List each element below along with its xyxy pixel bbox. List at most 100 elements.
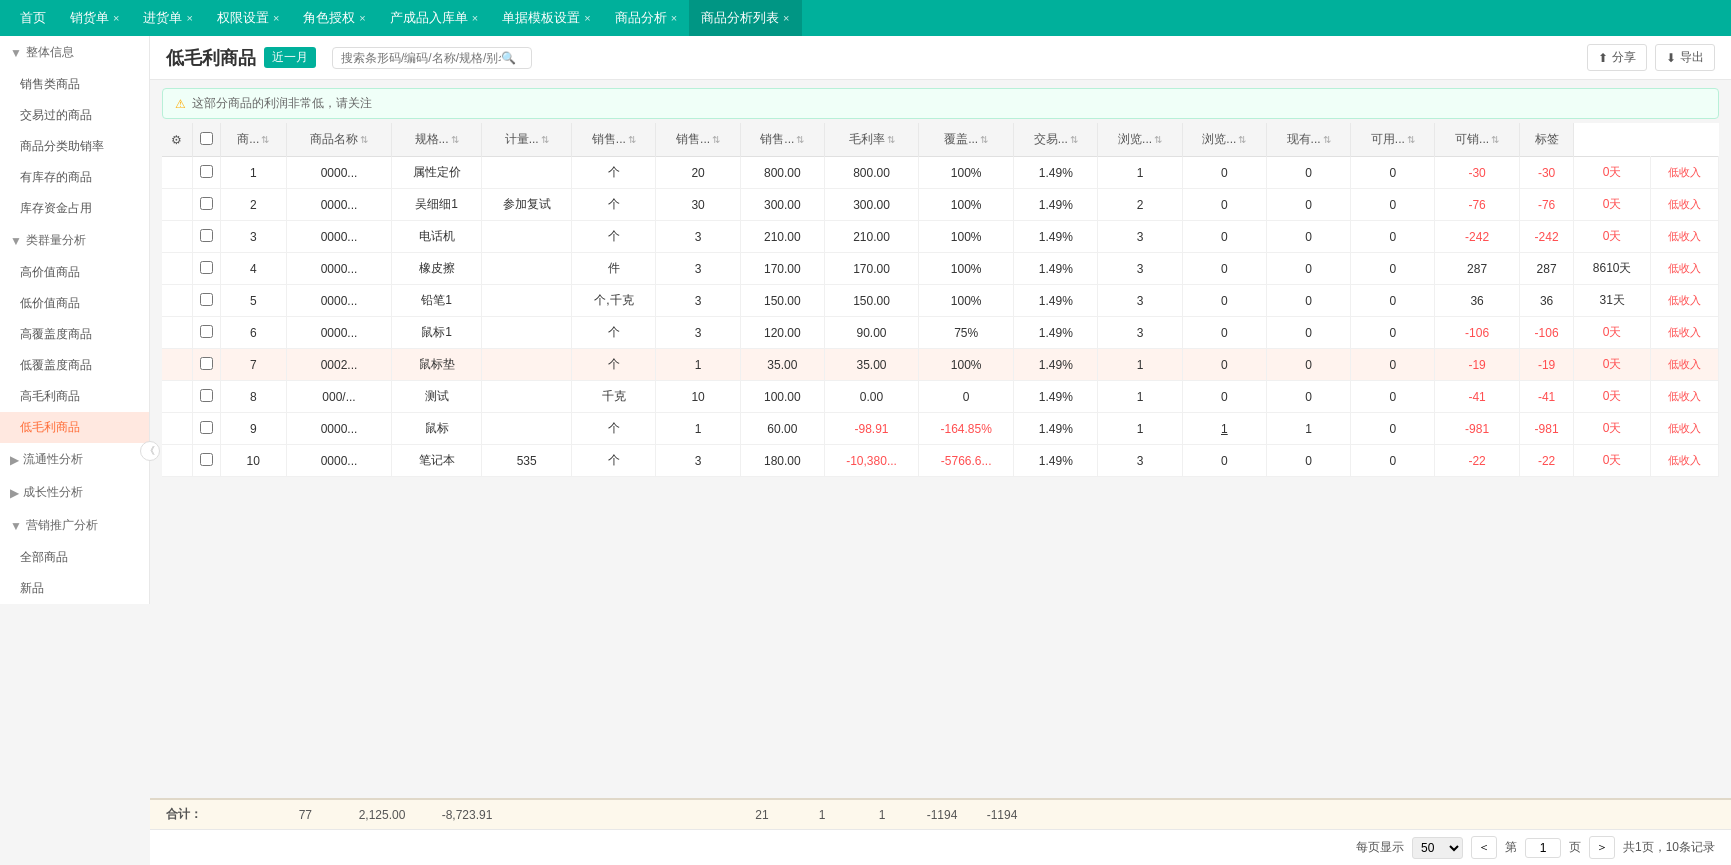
- col-settings[interactable]: ⚙: [162, 123, 192, 157]
- sidebar-item-low-value[interactable]: 低价值商品: [0, 288, 149, 319]
- row-trade[interactable]: 0: [1182, 157, 1266, 189]
- table-footer: 合计： 77 2,125.00 -8,723.91 21 1 1 -1194 -…: [150, 798, 1731, 829]
- row-qty: 1: [656, 413, 740, 445]
- row-trade[interactable]: 0: [1182, 253, 1266, 285]
- row-stock: -76: [1435, 189, 1519, 221]
- row-settings[interactable]: [162, 445, 192, 477]
- row-name: 电话机: [391, 221, 481, 253]
- row-trade[interactable]: 0: [1182, 189, 1266, 221]
- row-checkbox[interactable]: [192, 253, 220, 285]
- row-trade[interactable]: 1: [1182, 413, 1266, 445]
- row-browse1: 0: [1266, 285, 1350, 317]
- row-trade[interactable]: 0: [1182, 349, 1266, 381]
- row-checkbox[interactable]: [192, 189, 220, 221]
- row-checkbox[interactable]: [192, 285, 220, 317]
- row-settings[interactable]: [162, 317, 192, 349]
- search-input[interactable]: [341, 51, 501, 65]
- nav-permissions[interactable]: 权限设置 ×: [205, 0, 291, 36]
- time-tag-button[interactable]: 近一月: [264, 47, 316, 68]
- row-no: 9: [220, 413, 287, 445]
- row-checkbox[interactable]: [192, 317, 220, 349]
- col-browse2: 浏览...⇅: [1182, 123, 1266, 157]
- row-sales-amt: -10,380...: [824, 445, 918, 477]
- nav-template-settings[interactable]: 单据模板设置 ×: [490, 0, 602, 36]
- row-settings[interactable]: [162, 285, 192, 317]
- row-trade[interactable]: 0: [1182, 285, 1266, 317]
- col-trade: 交易...⇅: [1014, 123, 1098, 157]
- sidebar-group-growth[interactable]: ▶ 成长性分析: [0, 476, 149, 509]
- row-trade[interactable]: 0: [1182, 381, 1266, 413]
- row-settings[interactable]: [162, 381, 192, 413]
- row-code: 0000...: [287, 221, 392, 253]
- row-checkbox[interactable]: [192, 349, 220, 381]
- row-avail: -242: [1519, 221, 1574, 253]
- row-settings[interactable]: [162, 221, 192, 253]
- sidebar-item-high-value[interactable]: 高价值商品: [0, 257, 149, 288]
- sidebar-item-category-rate[interactable]: 商品分类助销率: [0, 131, 149, 162]
- nav-close-template-settings[interactable]: ×: [584, 12, 590, 24]
- sidebar-group-marketing[interactable]: ▼ 营销推广分析: [0, 509, 149, 542]
- sidebar-item-capital[interactable]: 库存资金占用: [0, 193, 149, 224]
- sidebar-item-high-margin[interactable]: 高毛利商品: [0, 381, 149, 412]
- row-trade[interactable]: 0: [1182, 445, 1266, 477]
- share-button[interactable]: ⬆ 分享: [1587, 44, 1647, 71]
- search-icon[interactable]: 🔍: [501, 51, 516, 65]
- row-name: 吴细细1: [391, 189, 481, 221]
- nav-home[interactable]: 首页: [8, 0, 58, 36]
- nav-roles[interactable]: 角色授权 ×: [291, 0, 377, 36]
- nav-sales-order[interactable]: 销货单 ×: [58, 0, 131, 36]
- nav-purchase-order[interactable]: 进货单 ×: [131, 0, 204, 36]
- export-button[interactable]: ⬇ 导出: [1655, 44, 1715, 71]
- row-sales-amt: 170.00: [824, 253, 918, 285]
- sidebar-item-traded-goods[interactable]: 交易过的商品: [0, 100, 149, 131]
- nav-close-product-inbound[interactable]: ×: [472, 12, 478, 24]
- row-code: 0000...: [287, 157, 392, 189]
- row-checkbox[interactable]: [192, 381, 220, 413]
- page-size-select[interactable]: 50 20 100: [1412, 837, 1463, 859]
- export-icon: ⬇: [1666, 51, 1676, 65]
- nav-close-product-analysis-list[interactable]: ×: [783, 12, 789, 24]
- row-checkbox[interactable]: [192, 157, 220, 189]
- sidebar-item-sales-goods[interactable]: 销售类商品: [0, 69, 149, 100]
- footer-avail: -1194: [972, 808, 1032, 822]
- next-page-button[interactable]: ＞: [1589, 836, 1615, 859]
- prev-page-button[interactable]: ＜: [1471, 836, 1497, 859]
- nav-close-permissions[interactable]: ×: [273, 12, 279, 24]
- page-number-input[interactable]: [1525, 838, 1561, 858]
- row-qty: 3: [656, 253, 740, 285]
- row-tag: 低收入: [1650, 157, 1718, 189]
- row-checkbox[interactable]: [192, 445, 220, 477]
- sidebar-collapse-button[interactable]: 《: [140, 441, 160, 461]
- table-row: 6 0000... 鼠标1 个 3 120.00 90.00 75% 1.49%…: [162, 317, 1719, 349]
- sidebar-group-overall[interactable]: ▼ 整体信息: [0, 36, 149, 69]
- row-settings[interactable]: [162, 189, 192, 221]
- sidebar-item-high-coverage[interactable]: 高覆盖度商品: [0, 319, 149, 350]
- nav-product-inbound[interactable]: 产成品入库单 ×: [378, 0, 490, 36]
- sidebar-item-new-goods[interactable]: 新品: [0, 573, 149, 604]
- nav-product-analysis[interactable]: 商品分析 ×: [603, 0, 689, 36]
- sidebar-group-liquidity[interactable]: ▶ 流通性分析: [0, 443, 149, 476]
- col-stock: 现有...⇅: [1266, 123, 1350, 157]
- select-all-checkbox[interactable]: [200, 132, 213, 145]
- sidebar-group-cluster[interactable]: ▼ 类群量分析: [0, 224, 149, 257]
- row-settings[interactable]: [162, 157, 192, 189]
- row-settings[interactable]: [162, 349, 192, 381]
- row-checkbox[interactable]: [192, 221, 220, 253]
- nav-close-roles[interactable]: ×: [359, 12, 365, 24]
- sidebar-item-in-stock[interactable]: 有库存的商品: [0, 162, 149, 193]
- row-qty: 10: [656, 381, 740, 413]
- row-checkbox[interactable]: [192, 413, 220, 445]
- nav-product-analysis-list[interactable]: 商品分析列表 ×: [689, 0, 801, 36]
- row-trade[interactable]: 0: [1182, 317, 1266, 349]
- sidebar-item-low-margin[interactable]: 低毛利商品: [0, 412, 149, 443]
- row-settings[interactable]: [162, 253, 192, 285]
- row-sales-amt: 0.00: [824, 381, 918, 413]
- nav-close-purchase-order[interactable]: ×: [186, 12, 192, 24]
- sidebar-item-low-coverage[interactable]: 低覆盖度商品: [0, 350, 149, 381]
- nav-close-product-analysis[interactable]: ×: [671, 12, 677, 24]
- row-settings[interactable]: [162, 413, 192, 445]
- page-label: 第: [1505, 839, 1517, 856]
- sidebar-item-all-goods[interactable]: 全部商品: [0, 542, 149, 573]
- row-trade[interactable]: 0: [1182, 221, 1266, 253]
- nav-close-sales-order[interactable]: ×: [113, 12, 119, 24]
